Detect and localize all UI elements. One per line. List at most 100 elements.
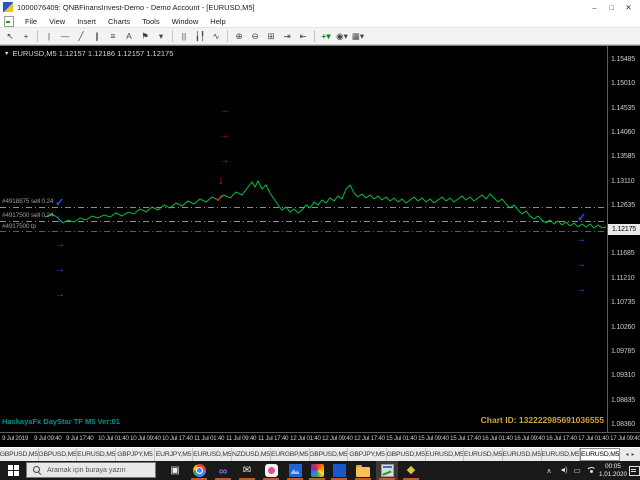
horizontal-line-tool[interactable]: — xyxy=(58,30,72,43)
taskbar-app-colorful[interactable] xyxy=(306,461,328,480)
shapes-dropdown[interactable]: ▾ xyxy=(154,30,168,43)
time-tick-label: 12 Jul 09:40 xyxy=(322,435,353,442)
chart-tab-eurusd-m5[interactable]: EURUSD,M5 xyxy=(77,448,117,461)
time-tick-label: 10 Jul 01:40 xyxy=(98,435,129,442)
chart-tab-eurusd-m5[interactable]: EURUSD,M5 xyxy=(464,448,503,461)
mail-icon: ✉ xyxy=(242,464,252,476)
chart-document-icon[interactable] xyxy=(4,15,14,27)
equidistant-channel-tool[interactable]: ∥ xyxy=(90,30,104,43)
timeframes-dropdown[interactable]: ▦▾ xyxy=(351,30,365,43)
zoom-out-button[interactable]: ⊖ xyxy=(248,30,262,43)
taskbar-app-chrome[interactable] xyxy=(188,461,210,480)
window-controls: – □ ✕ xyxy=(586,1,637,13)
chart-tab-eurusd-m5[interactable]: EURUSD,M5 xyxy=(542,448,581,461)
time-tick-label: 15 Jul 01:40 xyxy=(386,435,417,442)
tray-volume-button[interactable]: ◄) xyxy=(556,461,570,480)
action-center-button[interactable] xyxy=(628,461,640,480)
arrow-right-signal-icon: → xyxy=(219,155,229,166)
menu-item-file[interactable]: File xyxy=(19,17,43,26)
taskbar-search-box[interactable]: Aramak için buraya yazın xyxy=(26,462,156,478)
chart-ohlc-header: ▼ EURUSD,M5 1.12157 1.12186 1.12157 1.12… xyxy=(4,49,173,58)
menu-item-help[interactable]: Help xyxy=(204,17,231,26)
close-button[interactable]: ✕ xyxy=(620,1,637,13)
pink-app-icon xyxy=(264,464,278,477)
line-chart-button[interactable]: ∿ xyxy=(209,30,223,43)
crosshair-tool[interactable]: + xyxy=(19,30,33,43)
price-tick-label: 1.10735 xyxy=(611,299,635,306)
time-tick-label: 17 Jul 01:40 xyxy=(578,435,609,442)
tray-expand-button[interactable]: ∧ xyxy=(542,461,556,480)
time-tick-label: 17 Jul 09:40 xyxy=(610,435,640,442)
price-tick-label: 1.10260 xyxy=(611,324,635,331)
chevron-up-icon: ∧ xyxy=(546,467,552,475)
time-tick-label: 9 Jul 2019 xyxy=(2,435,29,442)
candlestick-chart-button[interactable]: ╽╿ xyxy=(193,30,207,43)
time-tick-label: 11 Jul 01:40 xyxy=(194,435,225,442)
taskbar-app-photos[interactable] xyxy=(284,461,306,480)
time-tick-label: 11 Jul 17:40 xyxy=(258,435,289,442)
menu-item-charts[interactable]: Charts xyxy=(102,17,136,26)
cursor-tool[interactable]: ↖ xyxy=(3,30,17,43)
chart-shift-button[interactable]: ⇤ xyxy=(296,30,310,43)
notification-icon xyxy=(628,465,640,476)
chart-tab-gbpjpy-m5[interactable]: GBPJPY,M5 xyxy=(116,448,155,461)
tile-windows-button[interactable]: ⊞ xyxy=(264,30,278,43)
windows-logo-icon xyxy=(7,465,19,476)
text-label-tool[interactable]: ⚑ xyxy=(138,30,152,43)
maximize-button[interactable]: □ xyxy=(603,1,620,13)
time-tick-label: 11 Jul 09:40 xyxy=(226,435,257,442)
chart-tab-gbpusd-m5[interactable]: GBPUSD,M5 xyxy=(0,448,39,461)
price-tick-label: 1.11685 xyxy=(611,250,635,257)
chart-area[interactable]: #4918875 sell 0.24 #4917500 sell 0.24 #491… xyxy=(0,45,640,447)
vertical-line-tool[interactable]: | xyxy=(42,30,56,43)
bar-chart-button[interactable]: || xyxy=(177,30,191,43)
taskbar-app-metatrader[interactable] xyxy=(376,461,398,480)
chart-tab-gbpusd-m5[interactable]: GBPUSD,M5 xyxy=(39,448,78,461)
chart-tab-gbpusd-m5[interactable]: GBPUSD,M5 xyxy=(310,448,349,461)
task-view-button[interactable]: ▣ xyxy=(164,461,186,480)
chart-tab-eurusd-m5[interactable]: EURUSD,M5 xyxy=(503,448,542,461)
taskbar-app-visual-studio[interactable]: ∞ xyxy=(212,461,234,480)
minimize-button[interactable]: – xyxy=(586,1,603,13)
indicator-watermark: HaskayaFx DayStar TF M5 Ver:01 xyxy=(2,417,120,426)
chart-dropdown-icon[interactable]: ▼ xyxy=(4,51,9,57)
trendline-tool[interactable]: ╱ xyxy=(74,30,88,43)
tab-scroll-right-icon[interactable]: ▸ xyxy=(632,451,635,458)
time-tick-label: 15 Jul 17:40 xyxy=(450,435,481,442)
taskbar-app-mail[interactable]: ✉ xyxy=(236,461,258,480)
tab-scroll-buttons: ◂ ▸ xyxy=(620,448,640,461)
arrow-right-signal-icon: → xyxy=(219,105,229,116)
menu-item-window[interactable]: Window xyxy=(166,17,205,26)
tray-network-button[interactable] xyxy=(584,461,598,480)
chart-tab-eurgbp-m5[interactable]: EURGBP,M5 xyxy=(271,448,310,461)
new-order-dropdown[interactable]: +▾ xyxy=(319,30,333,43)
taskbar-app-pink[interactable] xyxy=(260,461,282,480)
chart-tab-eurusd-m5[interactable]: EURUSD,M5 xyxy=(426,448,465,461)
taskbar-app-file-explorer[interactable] xyxy=(352,461,374,480)
auto-scroll-button[interactable]: ⇥ xyxy=(280,30,294,43)
indicators-dropdown[interactable]: ◉▾ xyxy=(335,30,349,43)
text-tool[interactable]: A xyxy=(122,30,136,43)
time-tick-label: 16 Jul 09:40 xyxy=(514,435,545,442)
tray-display-button[interactable]: ▭ xyxy=(570,461,584,480)
chart-tab-nzdusd-m5[interactable]: NZDUSD,M5 xyxy=(232,448,271,461)
chart-tabs: GBPUSD,M5 GBPUSD,M5 EURUSD,M5 GBPJPY,M5 EURJ… xyxy=(0,448,620,461)
menu-item-view[interactable]: View xyxy=(43,17,71,26)
taskbar-app-blue[interactable] xyxy=(328,461,350,480)
menu-item-tools[interactable]: Tools xyxy=(136,17,166,26)
chart-tab-eurusd-m5[interactable]: EURUSD,M5 xyxy=(580,448,620,461)
chart-tab-gbpusd-m5[interactable]: GBPUSD,M5 xyxy=(387,448,426,461)
chart-tab-eurusd-m5[interactable]: EURUSD,M5 xyxy=(193,448,233,461)
price-tick-label: 1.15010 xyxy=(611,80,635,87)
chart-id-label: Chart ID: 132222985691036555 xyxy=(480,415,604,425)
fibonacci-tool[interactable]: ≡ xyxy=(106,30,120,43)
zoom-in-button[interactable]: ⊕ xyxy=(232,30,246,43)
menu-item-insert[interactable]: Insert xyxy=(71,17,102,26)
tab-scroll-left-icon[interactable]: ◂ xyxy=(625,451,628,458)
chart-tab-eurjpy-m5[interactable]: EURJPY,M5 xyxy=(155,448,194,461)
price-tick-label: 1.08835 xyxy=(611,397,635,404)
taskbar-app-metaeditor[interactable]: ◆ xyxy=(400,461,422,480)
start-button[interactable] xyxy=(0,461,26,480)
taskbar-clock[interactable]: 00:05 1.01.2020 xyxy=(598,461,628,480)
chart-tab-gbpjpy-m5[interactable]: GBPJPY,M5 xyxy=(348,448,387,461)
